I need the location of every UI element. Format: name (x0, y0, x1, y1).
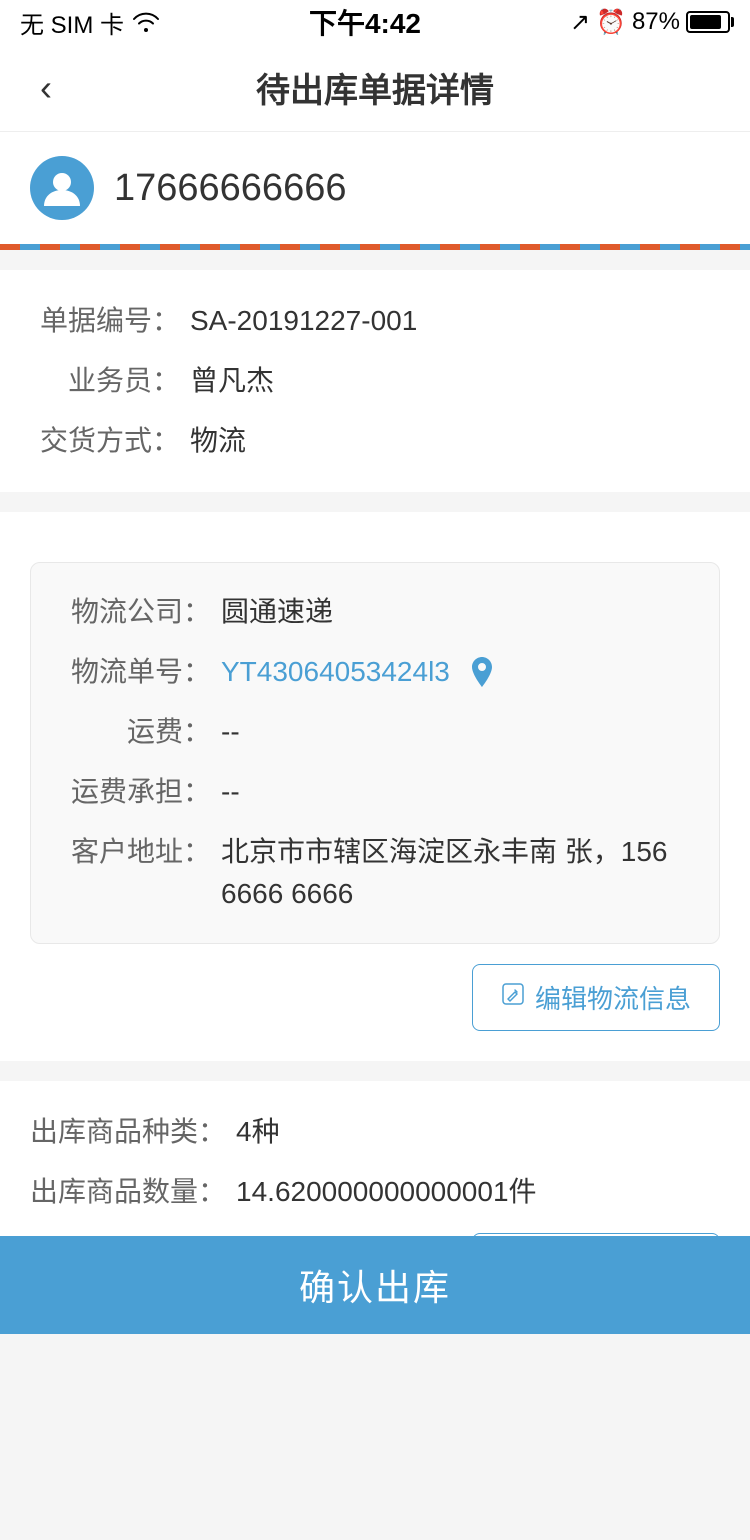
status-right: ↗ ⏰ 87% (570, 8, 730, 37)
nav-bar: ‹ 待出库单据详情 (0, 44, 750, 132)
goods-types-row: 出库商品种类： 4种 (30, 1111, 720, 1153)
edit-icon (501, 982, 525, 1013)
status-bar: 无 SIM 卡 下午4:42 ↗ ⏰ 87% (0, 0, 750, 44)
goods-types-label: 出库商品种类： (30, 1111, 236, 1153)
delivery-value: 物流 (190, 420, 720, 462)
tracking-value: YT43064053424l3 (221, 651, 689, 693)
back-button[interactable]: ‹ (30, 57, 62, 119)
edit-logistics-label: 编辑物流信息 (535, 979, 691, 1016)
goods-quantity-row: 出库商品数量： 14.620000000000001件 (30, 1171, 720, 1213)
carrier-label: 无 SIM 卡 (20, 5, 124, 40)
confirm-button[interactable]: 确认出库 (0, 1236, 750, 1334)
avatar-icon (40, 166, 84, 210)
wifi-icon (132, 12, 160, 32)
edit-btn-container: 编辑物流信息 (30, 964, 720, 1031)
page-title: 待出库单据详情 (256, 63, 494, 112)
alarm-icon: ⏰ (596, 8, 626, 37)
battery-icon (686, 11, 730, 33)
order-no-row: 单据编号： SA-20191227-001 (30, 300, 720, 342)
tracking-label: 物流单号： (61, 651, 221, 693)
customer-phone: 17666666666 (114, 167, 346, 210)
address-label: 客户地址： (61, 831, 221, 915)
salesman-value: 曾凡杰 (190, 360, 720, 402)
basic-info-section: 单据编号： SA-20191227-001 业务员： 曾凡杰 交货方式： 物流 (0, 270, 750, 492)
logistics-section: 物流公司： 圆通速递 物流单号： YT43064053424l3 运费： -- … (0, 512, 750, 1061)
freight-label: 运费： (61, 711, 221, 753)
freight-bearer-value: -- (221, 771, 689, 813)
status-left: 无 SIM 卡 (20, 5, 160, 40)
confirm-btn-label: 确认出库 (299, 1259, 451, 1311)
location-icon: ↗ (570, 8, 590, 37)
company-row: 物流公司： 圆通速递 (61, 591, 689, 633)
freight-value: -- (221, 711, 689, 753)
goods-quantity-label: 出库商品数量： (30, 1171, 236, 1213)
freight-row: 运费： -- (61, 711, 689, 753)
tracking-row: 物流单号： YT43064053424l3 (61, 651, 689, 693)
logistics-card: 物流公司： 圆通速递 物流单号： YT43064053424l3 运费： -- … (30, 562, 720, 944)
goods-quantity-value: 14.620000000000001件 (236, 1171, 720, 1213)
delivery-label: 交货方式： (30, 420, 190, 462)
edit-logistics-button[interactable]: 编辑物流信息 (472, 964, 720, 1031)
salesman-label: 业务员： (30, 360, 190, 402)
freight-bearer-row: 运费承担： -- (61, 771, 689, 813)
order-no-value: SA-20191227-001 (190, 300, 720, 342)
address-row: 客户地址： 北京市市辖区海淀区永丰南 张，156 6666 6666 (61, 831, 689, 915)
salesman-row: 业务员： 曾凡杰 (30, 360, 720, 402)
order-no-label: 单据编号： (30, 300, 190, 342)
delivery-row: 交货方式： 物流 (30, 420, 720, 462)
dashed-divider (0, 244, 750, 250)
address-value: 北京市市辖区海淀区永丰南 张，156 6666 6666 (221, 831, 689, 915)
company-label: 物流公司： (61, 591, 221, 633)
content-spacer (0, 1330, 750, 1540)
company-value: 圆通速递 (221, 591, 689, 633)
battery-percent: 87% (632, 8, 680, 36)
goods-types-value: 4种 (236, 1111, 720, 1153)
status-time: 下午4:42 (309, 2, 421, 42)
freight-bearer-label: 运费承担： (61, 771, 221, 813)
tracking-location-icon[interactable] (468, 657, 496, 691)
customer-header: 17666666666 (0, 132, 750, 244)
avatar (30, 156, 94, 220)
